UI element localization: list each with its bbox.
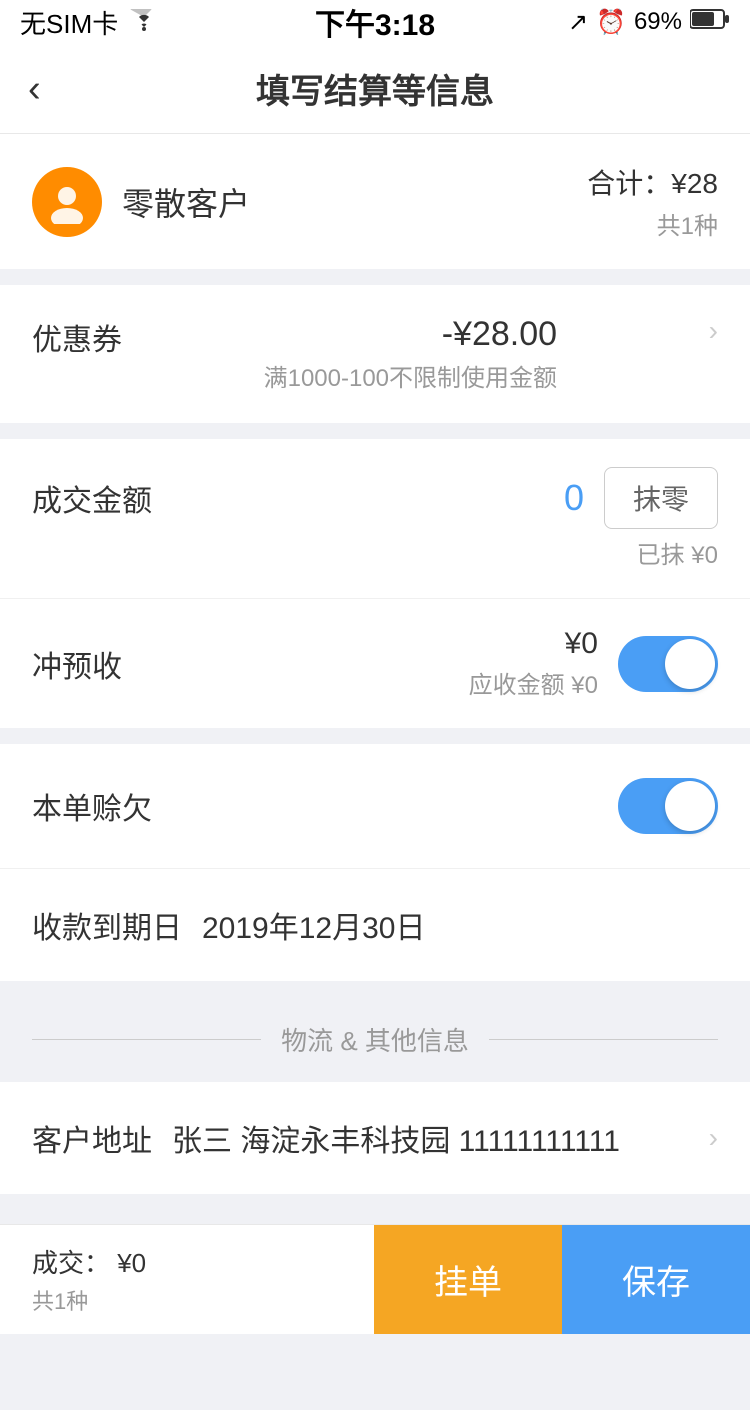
battery-text: 69% (634, 8, 682, 36)
customer-section: 零散客户 合计：¥28 共1种 (0, 134, 750, 269)
coupon-right: -¥28.00 满1000-100不限制使用金额 (264, 315, 557, 393)
deal-count: 共1种 (32, 1284, 342, 1316)
coupon-chevron-icon: › (709, 315, 718, 347)
customer-name: 零散客户 (122, 179, 250, 225)
logistics-line-right (489, 1039, 718, 1040)
page-title: 填写结算等信息 (256, 64, 494, 113)
due-date-label: 收款到期日 (32, 903, 182, 947)
customer-left: 零散客户 (32, 167, 250, 237)
coupon-hint: 满1000-100不限制使用金额 (264, 358, 557, 393)
debt-label: 本单赊欠 (32, 784, 152, 828)
due-date-value: 2019年12月30日 (202, 903, 425, 947)
battery-icon (690, 8, 730, 37)
amount-section: 成交金额 0 抹零 已抹 ¥0 (0, 439, 750, 598)
save-button[interactable]: 保存 (562, 1225, 750, 1334)
address-row[interactable]: 客户地址 张三 海淀永丰科技园 11111111111 › (0, 1082, 750, 1194)
back-button[interactable]: ‹ (28, 70, 41, 108)
amount-row: 成交金额 0 抹零 (32, 467, 718, 529)
transaction-section: 成交金额 0 抹零 已抹 ¥0 冲预收 ¥0 应收金额 ¥0 (0, 439, 750, 728)
customer-total: 合计：¥28 共1种 (587, 162, 718, 241)
location-icon: ↗ (568, 8, 588, 37)
alarm-icon: ⏰ (596, 8, 626, 37)
logistics-line-left (32, 1039, 261, 1040)
status-right: ↗ ⏰ 69% (568, 8, 730, 37)
prepay-toggle[interactable] (618, 636, 718, 692)
bottom-bar: 成交： ¥0 共1种 挂单 保存 (0, 1224, 750, 1334)
coupon-discount: -¥28.00 (264, 315, 557, 354)
address-label: 客户地址 (32, 1116, 152, 1160)
round-button[interactable]: 抹零 (604, 467, 718, 529)
debt-row: 本单赊欠 (0, 744, 750, 868)
wifi-icon (128, 7, 160, 38)
status-left: 无SIM卡 (20, 4, 160, 41)
bottom-info: 成交： ¥0 共1种 (0, 1225, 374, 1334)
debt-toggle-knob (665, 781, 715, 831)
prepay-value: ¥0 (122, 627, 598, 661)
due-date-row: 收款到期日 2019年12月30日 (0, 868, 750, 981)
deal-amount: 成交： ¥0 (32, 1243, 342, 1280)
transaction-sub: 已抹 ¥0 (32, 535, 718, 570)
status-bar: 无SIM卡 下午3:18 ↗ ⏰ 69% (0, 0, 750, 44)
address-section[interactable]: 客户地址 张三 海淀永丰科技园 11111111111 › (0, 1082, 750, 1194)
carrier-text: 无SIM卡 (20, 4, 118, 41)
coupon-row[interactable]: 优惠券 -¥28.00 满1000-100不限制使用金额 › (0, 285, 750, 423)
coupon-label: 优惠券 (32, 315, 122, 359)
prepay-hint: 应收金额 ¥0 (122, 665, 598, 700)
total-count: 共1种 (587, 206, 718, 241)
hold-button[interactable]: 挂单 (374, 1225, 562, 1334)
debt-section: 本单赊欠 收款到期日 2019年12月30日 (0, 744, 750, 981)
status-time: 下午3:18 (315, 0, 435, 44)
toggle-knob (665, 639, 715, 689)
total-label: 合计：¥28 (587, 162, 718, 202)
address-value: 张三 海淀永丰科技园 11111111111 (172, 1116, 679, 1160)
address-chevron-icon: › (709, 1122, 718, 1154)
prepay-label: 冲预收 (32, 642, 122, 686)
customer-row: 零散客户 合计：¥28 共1种 (0, 134, 750, 269)
prepay-row: 冲预收 ¥0 应收金额 ¥0 (0, 598, 750, 728)
transaction-value[interactable]: 0 (564, 477, 584, 519)
debt-toggle[interactable] (618, 778, 718, 834)
avatar (32, 167, 102, 237)
coupon-section[interactable]: 优惠券 -¥28.00 满1000-100不限制使用金额 › (0, 285, 750, 423)
nav-bar: ‹ 填写结算等信息 (0, 44, 750, 134)
logistics-header: 物流 & 其他信息 (0, 997, 750, 1082)
prepay-center: ¥0 应收金额 ¥0 (122, 627, 598, 700)
transaction-label: 成交金额 (32, 476, 152, 520)
logistics-text: 物流 & 其他信息 (281, 1021, 469, 1058)
